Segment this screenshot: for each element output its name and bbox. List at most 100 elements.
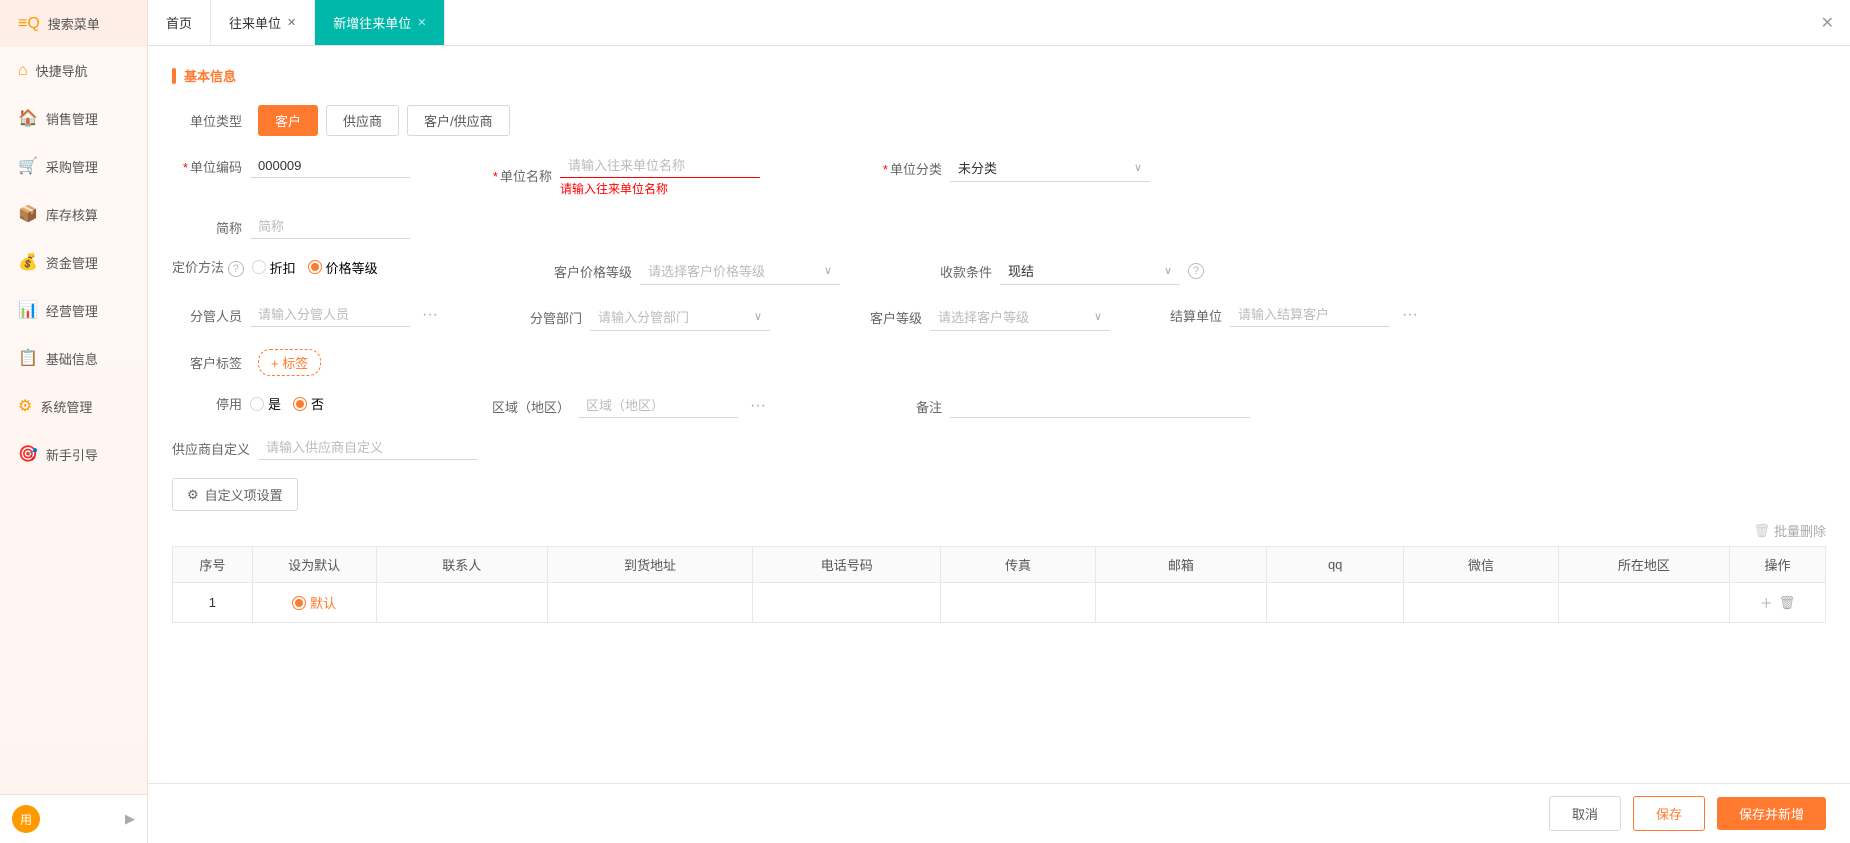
unit-category-select[interactable]: 未分类 ∨ (950, 154, 1150, 182)
customer-pricelevel-select[interactable]: 请选择客户价格等级 ∨ (640, 257, 840, 285)
basic-icon: 📋 (18, 348, 38, 368)
td-fax[interactable] (941, 583, 1095, 623)
add-tag-button[interactable]: + 标签 (258, 349, 321, 376)
sidebar-item-basic[interactable]: 📋 基础信息 (0, 334, 147, 382)
settlement-more-button[interactable]: ··· (1398, 306, 1422, 324)
region-more-button[interactable]: ··· (746, 397, 770, 415)
td-phone-input[interactable] (802, 591, 892, 614)
type-btn-supplier[interactable]: 供应商 (326, 105, 399, 136)
customer-pricelevel-label: 客户价格等级 (552, 262, 632, 281)
form-row-supplier-custom: 供应商自定义 (172, 436, 1826, 460)
unit-name-error-text: 请输入往来单位名称 (560, 180, 760, 197)
payment-terms-select[interactable]: 现结 ∨ (1000, 257, 1180, 285)
tab-partner-close[interactable]: ✕ (287, 16, 296, 29)
batch-delete-label[interactable]: 批量删除 (1774, 521, 1826, 540)
custom-settings-button[interactable]: ⚙ 自定义项设置 (172, 478, 298, 511)
sidebar-item-search[interactable]: ≡Q 搜索菜单 (0, 0, 147, 47)
region-input[interactable] (578, 394, 738, 418)
tab-home[interactable]: 首页 (148, 0, 211, 45)
radio-disabled-yes[interactable]: 是 (250, 394, 281, 413)
td-address[interactable] (547, 583, 752, 623)
supplier-custom-label: 供应商自定义 (172, 439, 250, 458)
custom-settings-label: 自定义项设置 (205, 485, 283, 504)
td-radio-circle (292, 596, 306, 610)
supplier-custom-input[interactable] (258, 436, 478, 460)
type-btn-customer[interactable]: 客户 (258, 105, 318, 136)
form-row-shortname: 简称 (172, 215, 1826, 239)
manager-input[interactable] (250, 303, 410, 327)
unit-type-label: 单位类型 (172, 111, 242, 130)
td-address-input[interactable] (600, 591, 700, 614)
sidebar-item-purchase[interactable]: 🛒 采购管理 (0, 142, 147, 190)
sidebar-item-finance[interactable]: 💰 资金管理 (0, 238, 147, 286)
radio-disabled-no[interactable]: 否 (293, 394, 324, 413)
td-region[interactable] (1558, 583, 1729, 623)
save-new-button[interactable]: 保存并新增 (1717, 797, 1826, 830)
manager-more-button[interactable]: ··· (418, 306, 442, 324)
td-contact-input[interactable] (422, 591, 502, 614)
td-qq[interactable] (1267, 583, 1404, 623)
save-button[interactable]: 保存 (1633, 796, 1705, 831)
sidebar-item-operation[interactable]: 📊 经营管理 (0, 286, 147, 334)
sidebar-item-inventory[interactable]: 📦 库存核算 (0, 190, 147, 238)
td-email-input[interactable] (1141, 591, 1221, 614)
sidebar-item-newbie[interactable]: 🎯 新手引导 (0, 430, 147, 478)
td-qq-input[interactable] (1305, 591, 1365, 614)
unit-category-value: 未分类 (958, 158, 997, 177)
unit-name-input[interactable] (560, 154, 760, 178)
short-name-input[interactable] (250, 215, 410, 239)
td-default-radio[interactable]: 默认 (292, 593, 336, 612)
unit-name-field-wrapper: 请输入往来单位名称 (560, 154, 760, 197)
payment-terms-label: 收款条件 (932, 262, 992, 281)
delete-row-button[interactable]: 🗑 (1779, 595, 1796, 611)
dept-arrow: ∨ (754, 310, 762, 323)
batch-delete-icon: 🗑 (1753, 523, 1770, 539)
table-row: 1 默认 (173, 583, 1826, 623)
payment-terms-help-icon[interactable]: ? (1188, 263, 1204, 279)
action-footer: 取消 保存 保存并新增 (148, 783, 1850, 843)
pricing-method-label: 定价方法 ? (172, 257, 244, 277)
td-email[interactable] (1095, 583, 1266, 623)
td-region-input[interactable] (1604, 591, 1684, 614)
payment-terms-arrow: ∨ (1164, 264, 1172, 277)
radio-pricelevel[interactable]: 价格等级 (308, 258, 378, 277)
unit-code-input[interactable] (250, 154, 410, 178)
td-fax-input[interactable] (983, 591, 1053, 614)
sidebar-item-quicknav[interactable]: ⌂ 快捷导航 (0, 47, 147, 94)
cancel-button[interactable]: 取消 (1549, 796, 1621, 831)
purchase-icon: 🛒 (18, 156, 38, 176)
type-btn-both[interactable]: 客户/供应商 (407, 105, 510, 136)
unit-category-label: *单位分类 (872, 159, 942, 178)
radio-discount[interactable]: 折扣 (252, 258, 296, 277)
remark-input[interactable] (950, 394, 1250, 418)
th-wechat: 微信 (1404, 547, 1558, 583)
sidebar-item-system[interactable]: ⚙ 系统管理 (0, 382, 147, 430)
form-row-unit-type: 单位类型 客户 供应商 客户/供应商 (172, 105, 1826, 136)
form-group-unit-code: *单位编码 (172, 154, 492, 178)
form-group-disabled: 停用 是 否 (172, 394, 492, 413)
region-label: 区域（地区） (492, 397, 570, 416)
tab-new-partner-close[interactable]: ✕ (417, 16, 426, 29)
tab-partner[interactable]: 往来单位 ✕ (211, 0, 315, 45)
th-id: 序号 (173, 547, 253, 583)
tab-new-partner[interactable]: 新增往来单位 ✕ (315, 0, 445, 45)
td-phone[interactable] (753, 583, 941, 623)
add-row-button[interactable]: ＋ (1760, 593, 1773, 612)
form-row-manager: 分管人员 ··· 分管部门 请输入分管部门 ∨ 客户等级 请选择客户等级 ∨ (172, 303, 1826, 331)
dept-select[interactable]: 请输入分管部门 ∨ (590, 303, 770, 331)
customer-level-select[interactable]: 请选择客户等级 ∨ (930, 303, 1110, 331)
sidebar-expand-icon[interactable]: ▶ (125, 811, 135, 827)
window-close-button[interactable]: ✕ (1805, 13, 1850, 33)
td-contact[interactable] (376, 583, 547, 623)
settlement-input[interactable] (1230, 303, 1390, 327)
td-wechat-input[interactable] (1446, 591, 1516, 614)
sidebar-label-newbie: 新手引导 (46, 445, 98, 464)
pricing-help-icon[interactable]: ? (228, 261, 244, 277)
sidebar-item-sales[interactable]: 🏠 销售管理 (0, 94, 147, 142)
form-row-pricing: 定价方法 ? 折扣 价格等级 客户价格等级 (172, 257, 1826, 285)
td-wechat[interactable] (1404, 583, 1558, 623)
radio-discount-label: 折扣 (270, 258, 296, 277)
disabled-label: 停用 (172, 394, 242, 413)
sidebar-label-search: 搜索菜单 (48, 14, 100, 33)
form-group-supplier-custom: 供应商自定义 (172, 436, 572, 460)
